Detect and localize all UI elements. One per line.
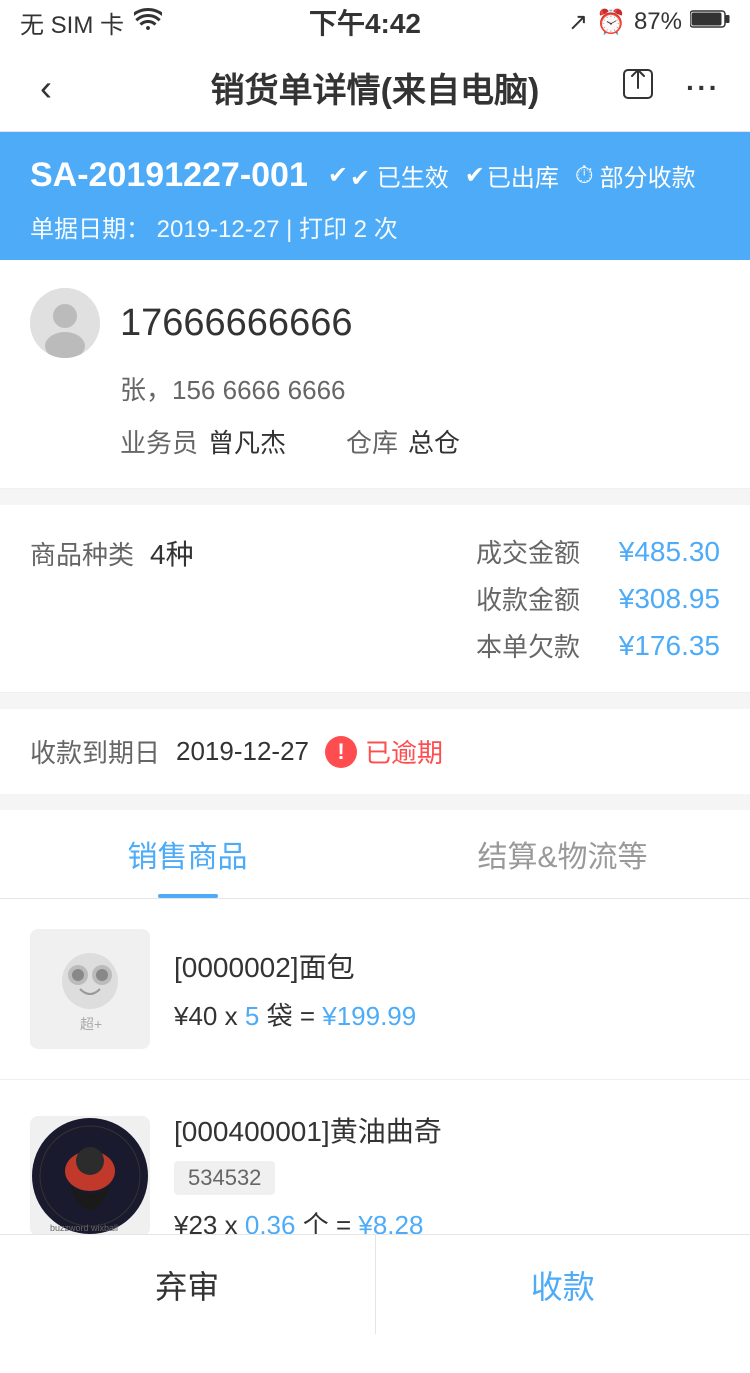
tabs: 销售商品 结算&物流等 [0,810,750,898]
page-title: 销货单详情(来自电脑) [211,63,540,112]
unit-1: 袋 [267,1001,293,1031]
header-banner: SA-20191227-001 ✔ ✔ 已生效 ✔ 已出库 ⏱ 部分收款 单据日… [0,132,750,260]
customer-section: 17666666666 张，156 6666 6666 业务员 曾凡杰 仓库 总… [0,260,750,489]
battery-text: 87% [634,8,682,36]
share-button[interactable] [620,66,656,110]
received-amount: 收款金额 ¥308.95 [476,580,720,617]
due-section: 收款到期日 2019-12-27 ! 已逾期 [0,709,750,794]
print-info: | 打印 2 次 [286,216,398,243]
product-name-1: [0000002]面包 [174,946,720,986]
received-label: 收款金额 [476,580,580,617]
price-1: ¥40 [174,1001,217,1031]
order-id: SA-20191227-001 [30,156,308,195]
product-type-info: 商品种类 4种 [30,533,194,573]
salesman-info: 业务员 曾凡杰 [120,423,286,460]
owed-label: 本单欠款 [476,627,580,664]
stats-section: 商品种类 4种 成交金额 ¥485.30 收款金额 ¥308.95 本单欠款 ¥… [0,505,750,693]
cancel-button[interactable]: 弃审 [0,1235,376,1334]
avatar [30,288,100,358]
check-icon-2: ✔ [465,161,485,190]
battery-icon [690,8,730,36]
product-sku-badge: 534532 [174,1161,275,1195]
product-image-2: buzzword wixball [30,1116,150,1236]
status-bar: 无 SIM 卡 下午4:42 ↗ ⏰ 87% [0,0,750,44]
customer-meta: 业务员 曾凡杰 仓库 总仓 [120,423,720,460]
qty-1: 5 [245,1001,259,1031]
signal-text: 无 SIM 卡 [20,5,124,40]
svg-text:buzzword wixball: buzzword wixball [50,1223,118,1233]
order-date-info: 单据日期： 2019-12-27 | 打印 2 次 [30,209,720,244]
svg-text:超+: 超+ [80,1016,102,1032]
status-shipped: ✔ 已出库 [465,158,559,193]
overdue-badge: ! 已逾期 [325,733,443,770]
clock-icon: ⏱ [575,162,594,190]
product-info-2: [000400001]黄油曲奇 534532 ¥23 x 0.36 个 = ¥8… [174,1110,720,1242]
salesman-value: 曾凡杰 [208,423,286,460]
wifi-icon [134,8,162,37]
status-left: 无 SIM 卡 [20,5,162,40]
due-label: 收款到期日 [30,733,160,770]
status-effected: ✔ ✔ 已生效 [328,158,449,193]
transaction-amount: 成交金额 ¥485.30 [476,533,720,570]
location-icon: ↗ [568,8,588,37]
product-name-2: [000400001]黄油曲奇 [174,1110,720,1150]
received-value: ¥308.95 [600,583,720,615]
nav-actions: ··· [620,66,720,110]
due-date: 2019-12-27 [176,736,309,767]
tabs-container: 销售商品 结算&物流等 [0,810,750,899]
total-1: ¥199.99 [322,1001,416,1031]
salesman-label: 业务员 [120,423,198,460]
product-image-1: 超+ [30,929,150,1049]
date-label: 单据日期： [30,216,150,243]
status-time: 下午4:42 [309,2,421,42]
confirm-button[interactable]: 收款 [376,1235,750,1334]
financial-stats: 成交金额 ¥485.30 收款金额 ¥308.95 本单欠款 ¥176.35 [476,533,720,664]
product-info-1: [0000002]面包 ¥40 x 5 袋 = ¥199.99 [174,946,720,1033]
more-button[interactable]: ··· [686,72,720,104]
overdue-text: 已逾期 [365,733,443,770]
customer-name: 17666666666 [120,302,352,345]
warehouse-info: 仓库 总仓 [346,423,460,460]
status-tags: ✔ ✔ 已生效 ✔ 已出库 ⏱ 部分收款 [328,158,696,193]
overdue-icon: ! [325,736,357,768]
owed-amount: 本单欠款 ¥176.35 [476,627,720,664]
date-value: 2019-12-27 [157,216,280,243]
alarm-icon: ⏰ [596,8,626,37]
tab-sales-products[interactable]: 销售商品 [0,810,375,898]
check-icon-1: ✔ [328,161,348,190]
warehouse-label: 仓库 [346,423,398,460]
status-right: ↗ ⏰ 87% [568,8,730,37]
back-button[interactable]: ‹ [30,57,62,119]
product-type-label: 商品种类 [30,535,134,572]
warehouse-value: 总仓 [408,423,460,460]
transaction-value: ¥485.30 [600,536,720,568]
nav-bar: ‹ 销货单详情(来自电脑) ··· [0,44,750,132]
status-partial: ⏱ 部分收款 [575,158,696,193]
transaction-label: 成交金额 [476,533,580,570]
product-price-row-1: ¥40 x 5 袋 = ¥199.99 [174,996,720,1033]
product-type-value: 4种 [150,533,194,573]
customer-contact: 张，156 6666 6666 [120,370,720,407]
tab-settlement[interactable]: 结算&物流等 [375,810,750,898]
list-item: 超+ [0000002]面包 ¥40 x 5 袋 = ¥199.99 [0,899,750,1080]
owed-value: ¥176.35 [600,630,720,662]
bottom-bar: 弃审 收款 [0,1234,750,1334]
